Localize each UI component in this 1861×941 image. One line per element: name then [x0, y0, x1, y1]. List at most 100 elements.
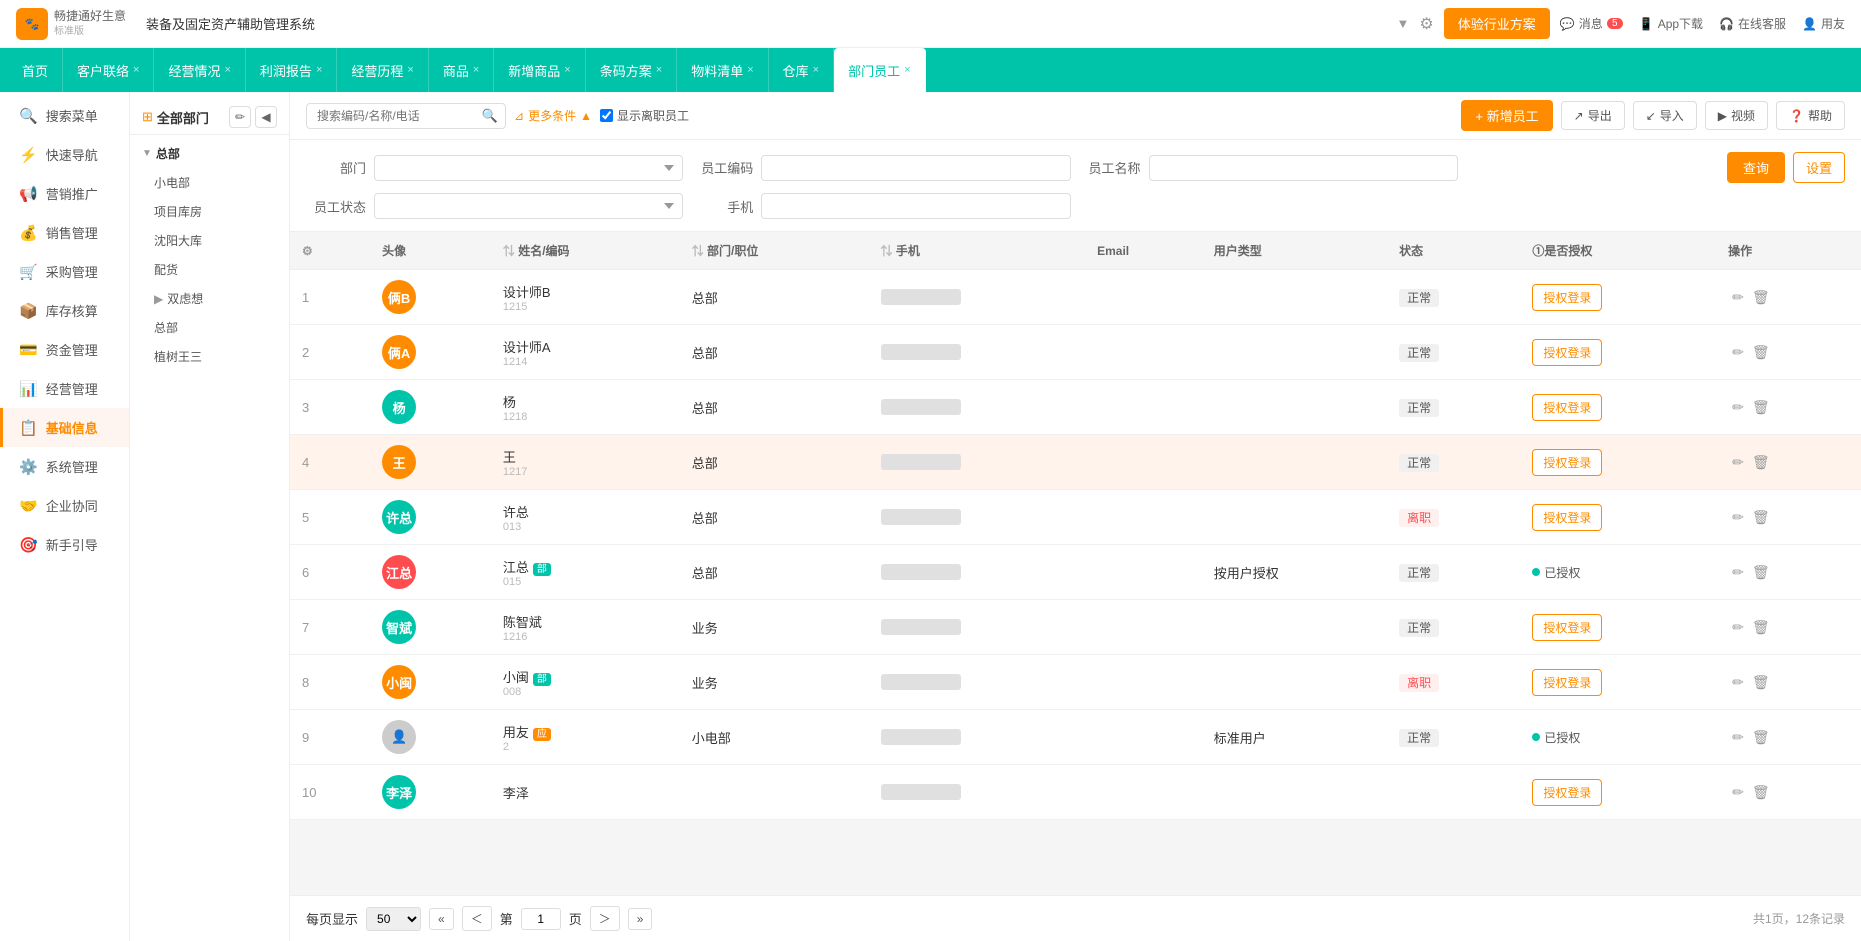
navtab-仓库[interactable]: 仓库 ×: [769, 48, 834, 92]
navtab-利润报告[interactable]: 利润报告 ×: [246, 48, 337, 92]
delete-btn[interactable]: 🗑: [1748, 452, 1774, 473]
edit-btn[interactable]: ✏: [1728, 342, 1748, 363]
delete-btn[interactable]: 🗑: [1748, 727, 1774, 748]
dept-collapse-btn[interactable]: ◀: [255, 106, 277, 128]
show-resigned-checkbox[interactable]: [600, 109, 613, 122]
phone-input[interactable]: [761, 193, 1070, 219]
edit-btn[interactable]: ✏: [1728, 727, 1748, 748]
dept-item-总部[interactable]: ▼总部: [130, 139, 289, 168]
setting-btn[interactable]: 设置: [1793, 152, 1845, 183]
navtab-条码方案[interactable]: 条码方案 ×: [586, 48, 677, 92]
dept-item-双虑想[interactable]: ▶双虑想: [130, 284, 289, 313]
settings-icon[interactable]: ⚙: [1419, 14, 1433, 34]
edit-btn[interactable]: ✏: [1728, 507, 1748, 528]
show-resigned-label[interactable]: 显示离职员工: [600, 107, 689, 124]
navtab-客户联络[interactable]: 客户联络 ×: [63, 48, 154, 92]
close-icon[interactable]: ×: [747, 64, 753, 76]
navtab-物料清单[interactable]: 物料清单 ×: [677, 48, 768, 92]
dept-item-总部[interactable]: 总部: [130, 313, 289, 342]
edit-btn[interactable]: ✏: [1728, 617, 1748, 638]
sidebar-item-库存核算[interactable]: 📦库存核算: [0, 291, 129, 330]
delete-btn[interactable]: 🗑: [1748, 617, 1774, 638]
sidebar-item-经营管理[interactable]: 📊经营管理: [0, 369, 129, 408]
more-filter-btn[interactable]: ⊿ 更多条件 ▲: [514, 107, 592, 124]
close-icon[interactable]: ×: [564, 64, 570, 76]
dept-item-项目库房[interactable]: 项目库房: [130, 197, 289, 226]
dept-select[interactable]: [374, 155, 683, 181]
navtab-经营历程[interactable]: 经营历程 ×: [337, 48, 428, 92]
sidebar-item-销售管理[interactable]: 💰销售管理: [0, 213, 129, 252]
close-icon[interactable]: ×: [224, 64, 230, 76]
prev-page-btn[interactable]: ＜: [462, 906, 492, 931]
navtab-商品[interactable]: 商品 ×: [429, 48, 494, 92]
help-btn[interactable]: ❓ 帮助: [1776, 101, 1845, 130]
delete-btn[interactable]: 🗑: [1748, 342, 1774, 363]
col-header-gear[interactable]: ⚙: [290, 232, 370, 270]
auth-login-btn[interactable]: 授权登录: [1532, 614, 1602, 641]
edit-btn[interactable]: ✏: [1728, 782, 1748, 803]
delete-btn[interactable]: 🗑: [1748, 287, 1774, 308]
sidebar-item-采购管理[interactable]: 🛒采购管理: [0, 252, 129, 291]
import-btn[interactable]: ↙ 导入: [1633, 101, 1697, 130]
close-icon[interactable]: ×: [656, 64, 662, 76]
delete-btn[interactable]: 🗑: [1748, 672, 1774, 693]
close-icon[interactable]: ×: [316, 64, 322, 76]
edit-btn[interactable]: ✏: [1728, 672, 1748, 693]
dept-item-植树王三[interactable]: 植树王三: [130, 342, 289, 371]
delete-btn[interactable]: 🗑: [1748, 782, 1774, 803]
emp-status-select[interactable]: [374, 193, 683, 219]
delete-btn[interactable]: 🗑: [1748, 397, 1774, 418]
dept-edit-btn[interactable]: ✏: [229, 106, 251, 128]
sidebar-item-快速导航[interactable]: ⚡快速导航: [0, 135, 129, 174]
emp-name-input[interactable]: [1149, 155, 1458, 181]
per-page-select[interactable]: 50 100: [366, 907, 421, 931]
sidebar-item-搜索菜单[interactable]: 🔍搜索菜单: [0, 96, 129, 135]
close-icon[interactable]: ×: [904, 64, 910, 76]
auth-login-btn[interactable]: 授权登录: [1532, 284, 1602, 311]
add-employee-btn[interactable]: + 新增员工: [1461, 100, 1552, 131]
navtab-新增商品[interactable]: 新增商品 ×: [494, 48, 585, 92]
close-icon[interactable]: ×: [133, 64, 139, 76]
edit-btn[interactable]: ✏: [1728, 452, 1748, 473]
trial-button[interactable]: 体验行业方案: [1444, 8, 1550, 39]
edit-btn[interactable]: ✏: [1728, 287, 1748, 308]
dept-item-配货[interactable]: 配货: [130, 255, 289, 284]
app-download-btn[interactable]: 📱 App下载: [1639, 15, 1703, 32]
close-icon[interactable]: ×: [813, 64, 819, 76]
edit-btn[interactable]: ✏: [1728, 397, 1748, 418]
video-btn[interactable]: ▶ 视频: [1705, 101, 1768, 130]
navtab-经营情况[interactable]: 经营情况 ×: [154, 48, 245, 92]
first-page-btn[interactable]: «: [429, 908, 454, 930]
user-btn[interactable]: 👤 用友: [1802, 15, 1845, 32]
message-btn[interactable]: 💬 消息 5: [1560, 15, 1623, 32]
close-icon[interactable]: ×: [407, 64, 413, 76]
online-service-btn[interactable]: 🎧 在线客服: [1719, 15, 1786, 32]
auth-login-btn[interactable]: 授权登录: [1532, 339, 1602, 366]
sidebar-item-系统管理[interactable]: ⚙️系统管理: [0, 447, 129, 486]
last-page-btn[interactable]: »: [628, 908, 653, 930]
search-input[interactable]: [306, 103, 506, 129]
page-input[interactable]: [521, 908, 561, 930]
auth-login-btn[interactable]: 授权登录: [1532, 449, 1602, 476]
next-page-btn[interactable]: ＞: [590, 906, 620, 931]
close-icon[interactable]: ×: [473, 64, 479, 76]
sidebar-item-新手引导[interactable]: 🎯新手引导: [0, 525, 129, 564]
auth-login-btn[interactable]: 授权登录: [1532, 779, 1602, 806]
navtab-部门员工[interactable]: 部门员工 ×: [834, 48, 925, 92]
dept-item-小电部[interactable]: 小电部: [130, 168, 289, 197]
sidebar-item-企业协同[interactable]: 🤝企业协同: [0, 486, 129, 525]
delete-btn[interactable]: 🗑: [1748, 507, 1774, 528]
search-btn[interactable]: 查询: [1727, 152, 1785, 183]
edit-btn[interactable]: ✏: [1728, 562, 1748, 583]
sidebar-item-基础信息[interactable]: 📋基础信息: [0, 408, 129, 447]
auth-login-btn[interactable]: 授权登录: [1532, 669, 1602, 696]
auth-login-btn[interactable]: 授权登录: [1532, 394, 1602, 421]
export-btn[interactable]: ↗ 导出: [1561, 101, 1625, 130]
dept-item-沈阳大库[interactable]: 沈阳大库: [130, 226, 289, 255]
dropdown-icon[interactable]: ▼: [1397, 16, 1410, 31]
sidebar-item-营销推广[interactable]: 📢营销推广: [0, 174, 129, 213]
navtab-首页[interactable]: 首页: [8, 48, 63, 92]
emp-code-input[interactable]: [761, 155, 1070, 181]
sidebar-item-资金管理[interactable]: 💳资金管理: [0, 330, 129, 369]
gear-icon[interactable]: ⚙: [302, 244, 313, 258]
